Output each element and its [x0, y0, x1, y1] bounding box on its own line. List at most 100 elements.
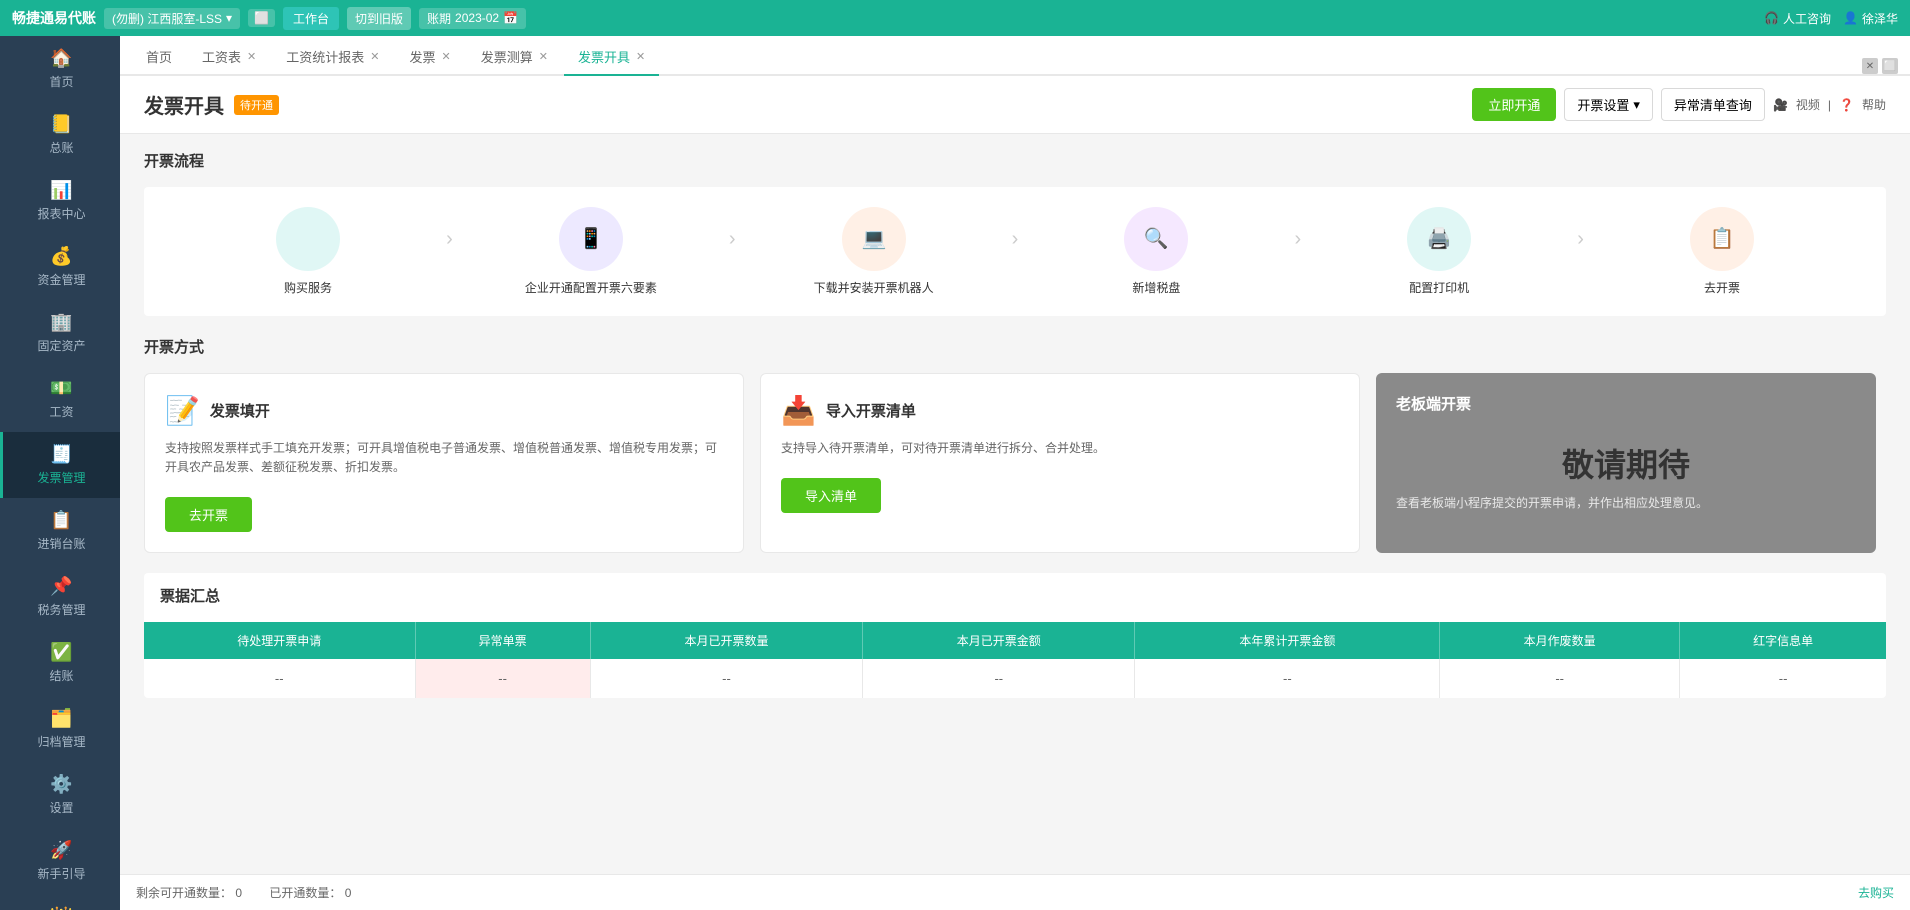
flow-step-buy-service[interactable]: 🛍️ 购买服务	[174, 207, 442, 296]
top-bar: 畅捷通易代账 (勿删) 江西服室-LSS ▾ ⬜ 工作台 切到旧版 账期 202…	[0, 0, 1910, 36]
copy-button[interactable]: ⬜	[248, 9, 275, 27]
video-icon: 🎥	[1773, 98, 1788, 112]
top-bar-left: 畅捷通易代账 (勿删) 江西服室-LSS ▾ ⬜ 工作台 切到旧版 账期 202…	[12, 7, 526, 30]
sidebar-item-report-label: 报表中心	[37, 205, 85, 222]
sidebar-item-report-center[interactable]: 📊 报表中心	[0, 168, 120, 234]
flow-section-title: 开票流程	[144, 150, 1886, 171]
arrow-5: ›	[1577, 228, 1584, 251]
sidebar-item-archive-mgmt[interactable]: 🗂️ 归档管理	[0, 696, 120, 762]
workspace-button[interactable]: 工作台	[283, 7, 339, 30]
main-content: 首页 工资表 ✕ 工资统计报表 ✕ 发票 ✕ 发票测算 ✕ 发票开具 ✕	[120, 36, 1910, 910]
tab-invoice-label: 发票	[409, 47, 435, 66]
method-card-import-header: 📥 导入开票清单	[781, 394, 1339, 427]
sidebar-item-salary[interactable]: 💵 工资	[0, 366, 120, 432]
flow-step-download-robot[interactable]: 💻 下载并安装开票机器人	[740, 207, 1008, 296]
tax-icon: 📌	[50, 576, 72, 597]
video-label[interactable]: 视频	[1796, 96, 1820, 113]
user-avatar-area[interactable]: 👤 徐泽华	[1843, 10, 1898, 27]
sidebar: 🏠 首页 📒 总账 📊 报表中心 💰 资金管理 🏢 固定资产 💵 工资 🧾 发票…	[0, 36, 120, 910]
svg-text:🖨️: 🖨️	[1427, 226, 1452, 250]
summary-table: 待处理开票申请 异常单票 本月已开票数量 本月已开票金额 本年累计开票金额 本月…	[144, 622, 1886, 698]
sidebar-item-assets-label: 固定资产	[37, 337, 85, 354]
close-invoice-issue-tab[interactable]: ✕	[636, 50, 645, 63]
tab-controls: ✕ ⬜	[1862, 58, 1898, 74]
sidebar-item-fixed-assets[interactable]: 🏢 固定资产	[0, 300, 120, 366]
download-robot-icon: 💻	[842, 207, 906, 271]
open-settings-button[interactable]: 开票设置 ▾	[1564, 88, 1653, 121]
summary-col-month-amount: 本月已开票金额	[863, 622, 1135, 659]
sidebar-item-invoice-mgmt[interactable]: 🧾 发票管理	[0, 432, 120, 498]
method-card-boss: 老板端开票 查看老板端小程序提交的开票申请，并作出相应处理意见。 敬请期待	[1376, 373, 1876, 553]
flow-step-add-taxbox[interactable]: 🔍 新增税盘	[1022, 207, 1290, 296]
go-issue-button[interactable]: 去开票	[165, 497, 252, 532]
close-invoice-calc-tab[interactable]: ✕	[539, 50, 548, 63]
svg-text:💻: 💻	[861, 228, 886, 250]
tab-invoice-issue[interactable]: 发票开具 ✕	[564, 39, 659, 76]
close-salary-report-tab[interactable]: ✕	[370, 50, 379, 63]
bottom-bar-left: 剩余可开通数量： 0 已开通数量： 0	[136, 884, 351, 901]
top-bar-right: 🎧 人工咨询 👤 徐泽华	[1764, 10, 1898, 27]
summary-data-row: -- -- -- -- -- -- --	[144, 659, 1886, 698]
flow-step-config-printer[interactable]: 🖨️ 配置打印机	[1305, 207, 1573, 296]
summary-table-header-row: 待处理开票申请 异常单票 本月已开票数量 本月已开票金额 本年累计开票金额 本月…	[144, 622, 1886, 659]
archive-icon: 🗂️	[50, 708, 72, 729]
tab-home-label: 首页	[146, 47, 172, 66]
sidebar-item-invoice-label: 发票管理	[37, 469, 85, 486]
tab-salary[interactable]: 工资表 ✕	[188, 39, 270, 76]
help-label[interactable]: 帮助	[1862, 96, 1886, 113]
arrow-1: ›	[446, 228, 453, 251]
fill-invoice-icon: 📝	[165, 394, 200, 427]
open-settings-label: 开票设置	[1577, 95, 1629, 114]
tab-salary-report[interactable]: 工资统计报表 ✕	[272, 39, 393, 76]
sidebar-item-settlement-label: 结账	[49, 667, 73, 684]
header-help: 🎥 视频 | ❓ 帮助	[1773, 96, 1886, 113]
user-service-label: 人工咨询	[1783, 10, 1831, 27]
issue-invoice-label: 去开票	[1704, 279, 1740, 296]
tab-home[interactable]: 首页	[132, 39, 186, 76]
sidebar-item-settings[interactable]: ⚙️ 设置	[0, 762, 120, 828]
sidebar-item-general-ledger[interactable]: 📒 总账	[0, 102, 120, 168]
sidebar-item-home[interactable]: 🏠 首页	[0, 36, 120, 102]
invoice-methods: 📝 发票填开 支持按照发票样式手工填充开发票；可开具增值税电子普通发票、增值税普…	[144, 373, 1886, 553]
fund-icon: 💰	[50, 246, 72, 267]
tab-bar: 首页 工资表 ✕ 工资统计报表 ✕ 发票 ✕ 发票测算 ✕ 发票开具 ✕	[120, 36, 1910, 76]
old-version-button[interactable]: 切到旧版	[347, 7, 411, 30]
remaining-value: 0	[235, 886, 242, 900]
tab-invoice-calc[interactable]: 发票测算 ✕	[467, 39, 562, 76]
abnormal-query-button[interactable]: 异常清单查询	[1661, 88, 1765, 121]
summary-col-pending: 待处理开票申请	[144, 622, 415, 659]
svg-text:📋: 📋	[1710, 226, 1735, 250]
sidebar-item-guide-label: 新手引导	[37, 865, 85, 882]
immediate-open-button[interactable]: 立即开通	[1472, 88, 1556, 121]
period-value: 2023-02	[455, 11, 499, 25]
method-card-fill: 📝 发票填开 支持按照发票样式手工填充开发票；可开具增值税电子普通发票、增值税普…	[144, 373, 744, 553]
boss-invoice-title: 老板端开票	[1396, 393, 1471, 414]
sidebar-item-settlement[interactable]: ✅ 结账	[0, 630, 120, 696]
user-service[interactable]: 🎧 人工咨询	[1764, 10, 1831, 27]
page-title-area: 发票开具 待开通	[144, 90, 279, 119]
close-salary-tab[interactable]: ✕	[247, 50, 256, 63]
summary-section: 票据汇总 待处理开票申请 异常单票 本月已开票数量 本月已开票金额 本年累计开票…	[144, 573, 1886, 698]
coming-soon-label: 敬请期待	[1562, 440, 1690, 486]
import-list-button[interactable]: 导入清单	[781, 478, 881, 513]
close-invoice-tab[interactable]: ✕	[442, 50, 451, 63]
flow-step-issue-invoice[interactable]: 📋 去开票	[1588, 207, 1856, 296]
tab-invoice[interactable]: 发票 ✕	[395, 39, 464, 76]
svg-text:🔍: 🔍	[1144, 225, 1169, 250]
sidebar-item-fund-mgmt[interactable]: 💰 资金管理	[0, 234, 120, 300]
tab-invoice-calc-label: 发票测算	[481, 47, 533, 66]
summary-val-abnormal: --	[415, 659, 590, 698]
sidebar-item-purchase-sales[interactable]: 📋 进销台账	[0, 498, 120, 564]
go-buy-link[interactable]: 去购买	[1858, 884, 1894, 901]
sidebar-item-tax-mgmt[interactable]: 📌 税务管理	[0, 564, 120, 630]
flow-step-enterprise-setup[interactable]: 📱 企业开通配置开票六要素	[457, 207, 725, 296]
resize-button[interactable]: ⬜	[1882, 58, 1898, 74]
sidebar-item-new-guide[interactable]: 🚀 新手引导	[0, 828, 120, 894]
summary-col-red-info: 红字信息单	[1680, 622, 1886, 659]
summary-col-month-count: 本月已开票数量	[590, 622, 862, 659]
close-all-tabs-button[interactable]: ✕	[1862, 58, 1878, 74]
page-header: 发票开具 待开通 立即开通 开票设置 ▾ 异常清单查询 🎥 视频 | ❓ 帮助	[120, 76, 1910, 134]
company-selector[interactable]: (勿删) 江西服室-LSS ▾	[104, 8, 240, 29]
flow-steps: 🛍️ 购买服务 › 📱 企业开通配置开票六要素 ›	[144, 187, 1886, 316]
sidebar-item-vip-member[interactable]: 👑 畅会员	[0, 894, 120, 910]
